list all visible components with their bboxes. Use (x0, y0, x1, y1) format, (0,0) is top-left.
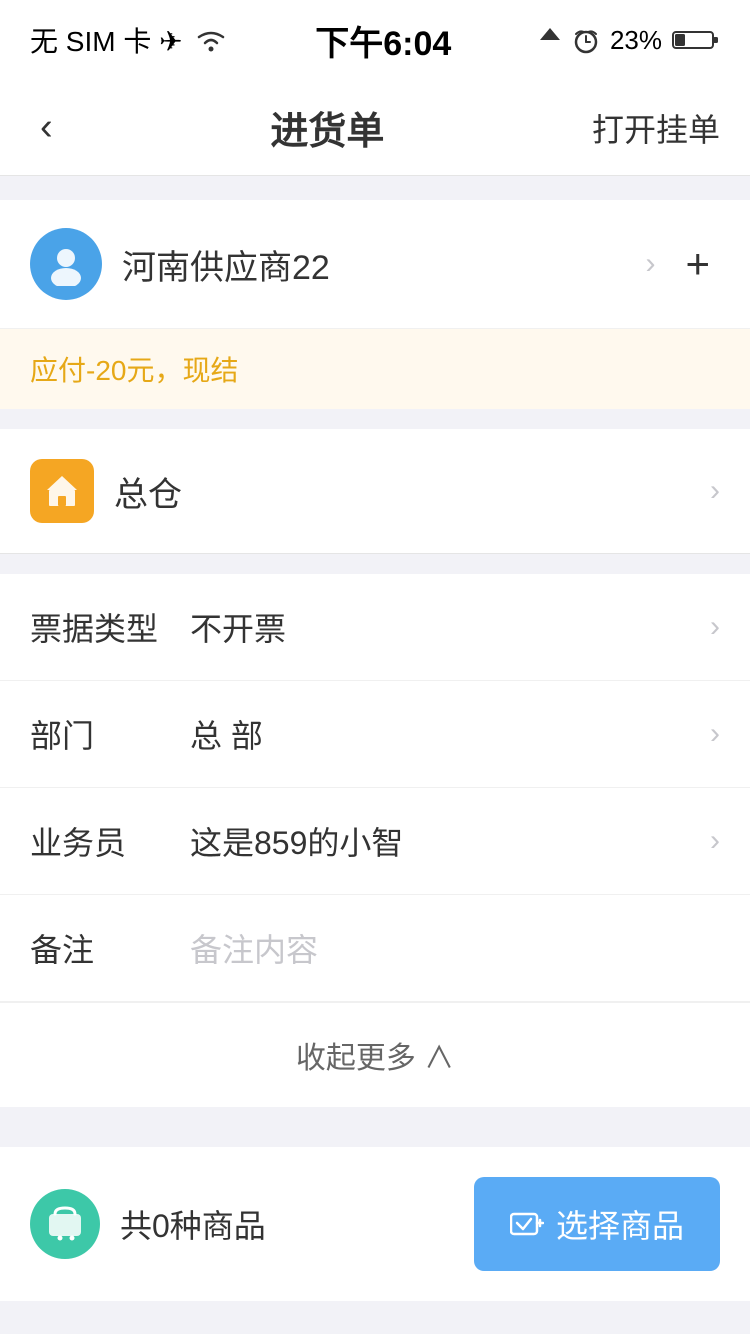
salesman-label: 业务员 (30, 818, 170, 864)
supplier-chevron-icon: › (645, 247, 655, 281)
status-time: 下午6:04 (315, 16, 451, 65)
dept-value: 总 部 (170, 711, 710, 757)
invoice-chevron-icon: › (710, 610, 720, 644)
salesman-row[interactable]: 业务员 这是859的小智 › (0, 788, 750, 895)
warehouse-icon (30, 459, 94, 523)
select-product-button[interactable]: 选择商品 (474, 1177, 720, 1271)
product-cart-icon-wrap (30, 1189, 100, 1259)
collapse-button[interactable]: 收起更多 ∧ (0, 1002, 750, 1107)
dept-label: 部门 (30, 711, 170, 757)
salesman-value: 这是859的小智 (170, 818, 710, 864)
status-bar: 无 SIM 卡 ✈ 下午6:04 23% (0, 0, 750, 80)
location-icon (538, 26, 562, 54)
notice-bar: 应付-20元，现结 (0, 329, 750, 409)
supplier-avatar (30, 228, 102, 300)
select-product-icon (510, 1209, 544, 1239)
warehouse-building-icon (43, 472, 81, 510)
back-button[interactable]: ‹ (30, 96, 63, 159)
remark-row[interactable]: 备注 备注内容 (0, 895, 750, 1002)
invoice-label: 票据类型 (30, 604, 170, 650)
collapse-label: 收起更多 ∧ (296, 1042, 454, 1075)
form-section: 票据类型 不开票 › 部门 总 部 › 业务员 这是859的小智 › 备注 备注… (0, 574, 750, 1107)
invoice-type-row[interactable]: 票据类型 不开票 › (0, 574, 750, 681)
alarm-icon (572, 26, 600, 54)
section-divider-2 (0, 1107, 750, 1127)
bottom-section: 共0种商品 选择商品 (0, 1147, 750, 1301)
invoice-value: 不开票 (170, 604, 710, 650)
sim-text: 无 SIM 卡 ✈ (30, 20, 183, 60)
supplier-name[interactable]: 河南供应商22 (122, 240, 645, 289)
nav-bar: ‹ 进货单 打开挂单 (0, 80, 750, 176)
user-avatar-icon (44, 242, 88, 286)
top-divider (0, 176, 750, 200)
open-pending-button[interactable]: 打开挂单 (592, 105, 720, 151)
page-title: 进货单 (270, 100, 384, 155)
select-product-label: 选择商品 (556, 1201, 684, 1247)
salesman-chevron-icon: › (710, 824, 720, 858)
wifi-icon (193, 27, 229, 53)
notice-text: 应付-20元，现结 (30, 355, 238, 386)
product-count: 共0种商品 (120, 1201, 454, 1247)
status-right: 23% (538, 25, 720, 56)
remark-input[interactable]: 备注内容 (170, 925, 720, 971)
warehouse-chevron-icon: › (710, 474, 720, 508)
dept-row[interactable]: 部门 总 部 › (0, 681, 750, 788)
warehouse-row[interactable]: 总仓 › (0, 429, 750, 554)
battery-text: 23% (610, 25, 662, 56)
battery-icon (672, 28, 720, 52)
remark-label: 备注 (30, 925, 170, 971)
warehouse-name: 总仓 (114, 467, 710, 516)
add-supplier-button[interactable]: + (675, 240, 720, 288)
dept-chevron-icon: › (710, 717, 720, 751)
supplier-section: 河南供应商22 › + (0, 200, 750, 329)
status-left: 无 SIM 卡 ✈ (30, 20, 229, 60)
section-divider-1 (0, 409, 750, 429)
cart-icon (45, 1204, 85, 1244)
